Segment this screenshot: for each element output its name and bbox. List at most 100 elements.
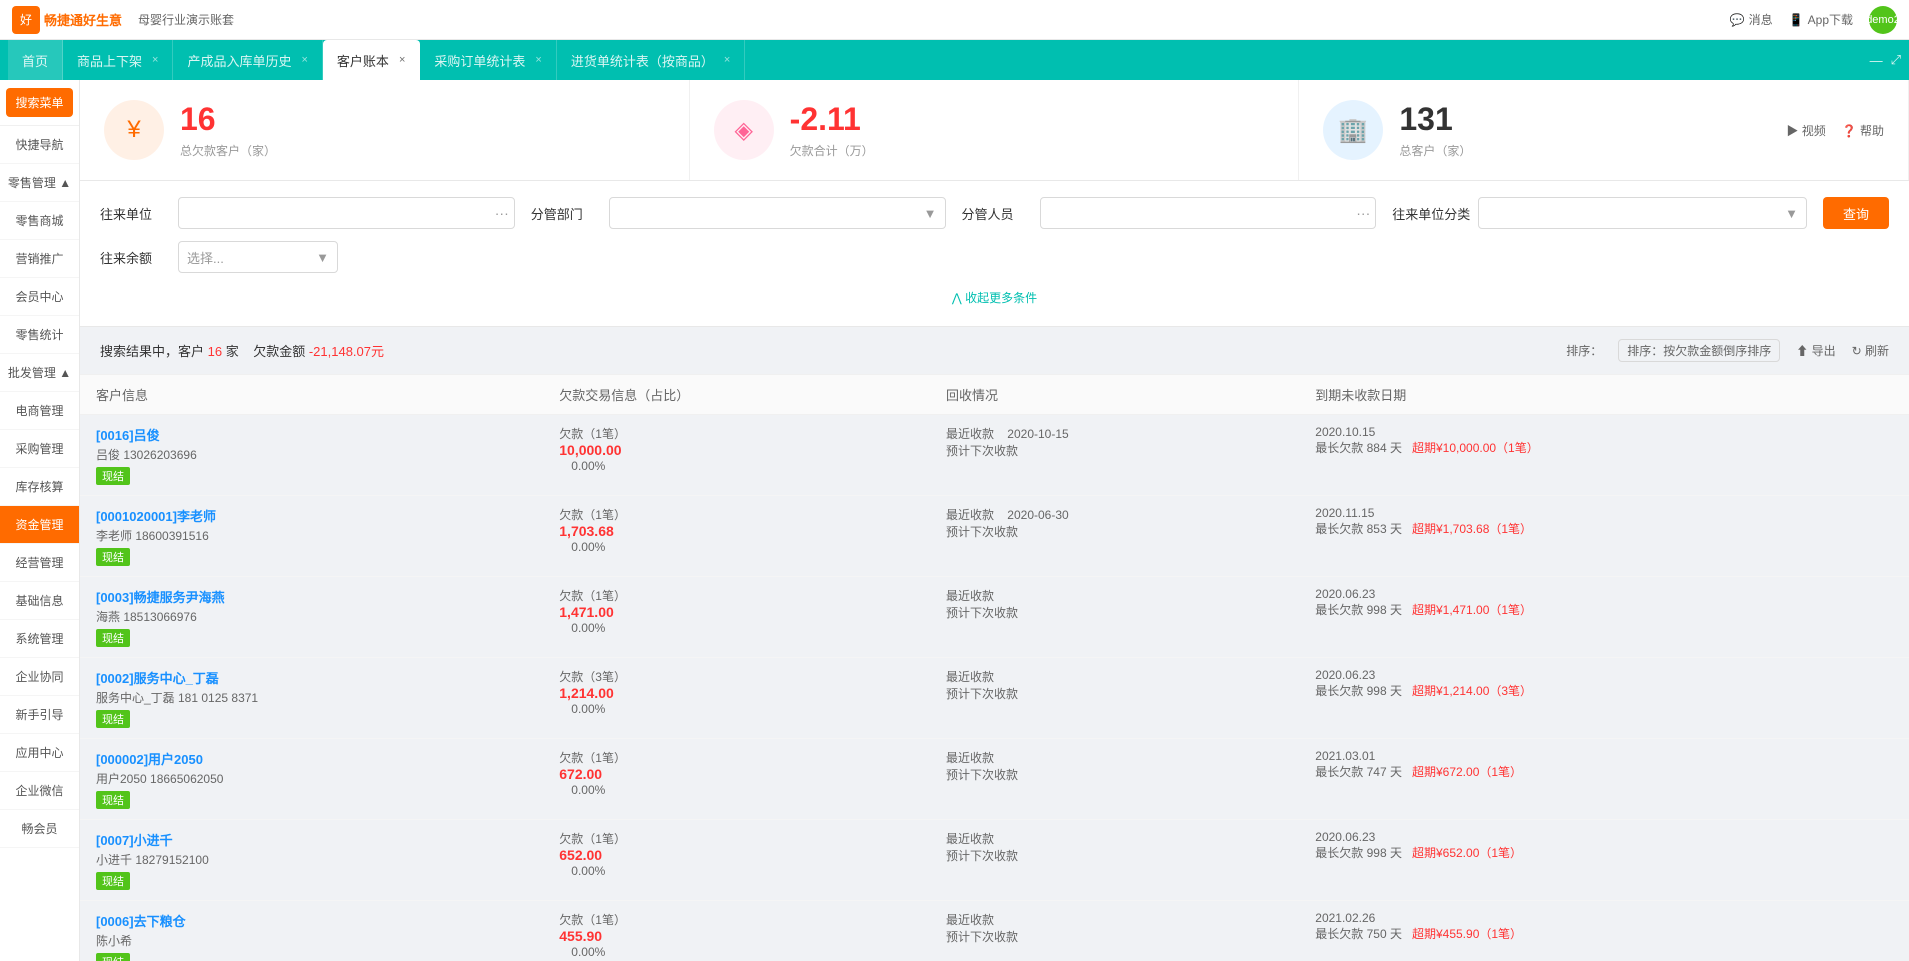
customer-name-0[interactable]: [0016]吕俊 [96, 425, 527, 444]
sidebar-item-member2[interactable]: 畅会员 [0, 810, 79, 848]
maximize-icon[interactable]: ⤢ [1891, 52, 1901, 68]
sort-select[interactable]: 排序：按欠款金额倒序排序 [1618, 339, 1780, 362]
sidebar-item-marketing[interactable]: 营销推广 [0, 240, 79, 278]
cell-debt-1: 欠款（1笔） 1,703.68 0.00% [543, 496, 930, 577]
overdue-amount-4[interactable]: 超期¥672.00（1笔） [1412, 765, 1522, 779]
sidebar-item-batch-mgmt[interactable]: 批发管理 ▲ [0, 354, 79, 392]
close-icon[interactable]: × [152, 54, 158, 66]
overdue-days-0: 最长欠款 884 天 超期¥10,000.00（1笔） [1315, 439, 1893, 456]
message-btn[interactable]: 💬 消息 [1730, 11, 1773, 28]
search-button[interactable]: 查询 [1823, 197, 1889, 229]
export-btn[interactable]: ⬆ 导出 [1796, 342, 1835, 359]
all-customers-value: 131 [1399, 101, 1471, 138]
tab-purchase-order[interactable]: 采购订单统计表 × [420, 40, 556, 80]
help-btn[interactable]: ❓ 帮助 [1842, 122, 1884, 139]
customer-phone-1: 李老师 18600391516 [96, 527, 527, 544]
filter-unit-category: 往来单位分类 ▼ [1392, 197, 1807, 229]
overdue-amount-2[interactable]: 超期¥1,471.00（1笔） [1412, 603, 1532, 617]
marketing-label: 营销推广 [4, 250, 75, 267]
zero-shop-label: 零售商城 [4, 212, 75, 229]
sidebar-item-retail-stats[interactable]: 零售统计 [0, 316, 79, 354]
next-payment-label-0: 预计下次收款 [946, 442, 1283, 459]
sidebar-item-wechat[interactable]: 企业微信 [0, 772, 79, 810]
close-icon[interactable]: × [535, 54, 541, 66]
collapse-btn[interactable]: ⋀ 收起更多条件 [100, 285, 1889, 310]
overdue-amount-3[interactable]: 超期¥1,214.00（3笔） [1412, 684, 1532, 698]
overdue-amount-6[interactable]: 超期¥455.90（1笔） [1412, 927, 1522, 941]
stat-card-all-customers: 🏢 131 总客户（家） ▶ 视频 ❓ 帮助 [1299, 80, 1909, 180]
debt-label-4: 欠款（1笔） [559, 749, 914, 766]
sidebar-item-operation[interactable]: 经营管理 [0, 544, 79, 582]
unit-category-select[interactable]: ▼ [1478, 197, 1807, 229]
search-menu-btn[interactable]: 搜索菜单 [6, 88, 73, 117]
sidebar-item-newbie[interactable]: 新手引导 [0, 696, 79, 734]
customer-name-5[interactable]: [0007]小进千 [96, 830, 527, 849]
overdue-amount-1[interactable]: 超期¥1,703.68（1笔） [1412, 522, 1532, 536]
last-payment-label-2: 最近收款 [946, 587, 1283, 604]
refresh-btn[interactable]: ↻ 刷新 [1852, 342, 1889, 359]
customer-name-2[interactable]: [0003]畅捷服务尹海燕 [96, 587, 527, 606]
sidebar-item-ecommerce[interactable]: 电商管理 [0, 392, 79, 430]
sidebar-item-member[interactable]: 会员中心 [0, 278, 79, 316]
overdue-amount-0[interactable]: 超期¥10,000.00（1笔） [1412, 441, 1539, 455]
tab-customer-account[interactable]: 客户账本 × [323, 40, 420, 80]
department-select[interactable]: ▼ [609, 197, 946, 229]
stat-actions: ▶ 视频 ❓ 帮助 [1786, 122, 1884, 139]
source-unit-input[interactable] [178, 197, 515, 229]
sidebar-item-basic-info[interactable]: 基础信息 [0, 582, 79, 620]
filter-source-unit: 往来单位 ··· [100, 197, 515, 229]
tab-goods-stats[interactable]: 进货单统计表（按商品） × [557, 40, 745, 80]
balance-value: 选择... [187, 248, 224, 267]
debt-label-6: 欠款（1笔） [559, 911, 914, 928]
overdue-days-3: 最长欠款 998 天 超期¥1,214.00（3笔） [1315, 682, 1893, 699]
data-table: 客户信息 欠款交易信息（占比） 回收情况 到期未收款日期 [0016]吕俊 吕俊… [80, 375, 1909, 961]
close-icon[interactable]: × [301, 54, 307, 66]
sidebar-item-finance[interactable]: 资金管理 [0, 506, 79, 544]
ecommerce-label: 电商管理 [4, 402, 75, 419]
sidebar-item-apps[interactable]: 应用中心 [0, 734, 79, 772]
percentage-1: 0.00% [571, 540, 605, 554]
table-row: [0007]小进千 小进千 18279152100 现结 欠款（1笔） 652.… [80, 820, 1909, 901]
person-input[interactable] [1040, 197, 1377, 229]
minimize-icon[interactable]: — [1870, 53, 1883, 68]
app-download-btn[interactable]: 📱 App下载 [1789, 11, 1853, 28]
col-due-date: 到期未收款日期 [1299, 375, 1909, 415]
customer-name-3[interactable]: [0002]服务中心_丁磊 [96, 668, 527, 687]
customer-name-6[interactable]: [0006]去下粮仓 [96, 911, 527, 930]
retail-stats-label: 零售统计 [4, 326, 75, 343]
sidebar-item-purchase[interactable]: 采购管理 [0, 430, 79, 468]
sidebar-item-enterprise[interactable]: 企业协同 [0, 658, 79, 696]
last-payment-label-6: 最近收款 [946, 911, 1283, 928]
sidebar-item-quick-nav[interactable]: 快捷导航 [0, 126, 79, 164]
close-icon[interactable]: × [724, 54, 730, 66]
debt-label: 欠款合计（万） [790, 142, 874, 159]
due-date-1: 2020.11.15 [1315, 506, 1893, 520]
filter-row-2: 往来余额 选择... ▼ [100, 241, 1889, 273]
sidebar-item-zero-retail[interactable]: 零售管理 ▲ [0, 164, 79, 202]
result-info: 搜索结果中，客户 16 家 欠款金额 -21,148.07元 [100, 341, 384, 360]
cell-debt-6: 欠款（1笔） 455.90 0.00% [543, 901, 930, 961]
tab-product-history[interactable]: 产成品入库单历史 × [173, 40, 322, 80]
tab-goods-online[interactable]: 商品上下架 × [63, 40, 173, 80]
balance-select[interactable]: 选择... ▼ [178, 241, 338, 273]
overdue-days-6: 最长欠款 750 天 超期¥455.90（1笔） [1315, 925, 1893, 942]
view-video-btn[interactable]: ▶ 视频 [1786, 122, 1825, 139]
debt-amount-1: 1,703.68 [559, 523, 914, 539]
tab-home[interactable]: 首页 [8, 40, 63, 80]
customer-tag-1: 现结 [96, 548, 130, 566]
cell-customer-5: [0007]小进千 小进千 18279152100 现结 [80, 820, 543, 901]
unit-category-label: 往来单位分类 [1392, 204, 1470, 223]
next-payment-label-5: 预计下次收款 [946, 847, 1283, 864]
customer-name-1[interactable]: [0001020001]李老师 [96, 506, 527, 525]
debt-icon: ◈ [714, 100, 774, 160]
person-dots-icon[interactable]: ··· [1356, 205, 1370, 221]
sidebar-item-system[interactable]: 系统管理 [0, 620, 79, 658]
sidebar-item-zero-shop[interactable]: 零售商城 [0, 202, 79, 240]
source-unit-dots-icon[interactable]: ··· [495, 205, 509, 221]
close-icon[interactable]: × [399, 54, 405, 66]
apps-label: 应用中心 [4, 744, 75, 761]
customer-name-4[interactable]: [000002]用户2050 [96, 749, 527, 768]
sidebar-item-inventory[interactable]: 库存核算 [0, 468, 79, 506]
overdue-amount-5[interactable]: 超期¥652.00（1笔） [1412, 846, 1522, 860]
user-avatar[interactable]: demo2 [1869, 6, 1897, 34]
